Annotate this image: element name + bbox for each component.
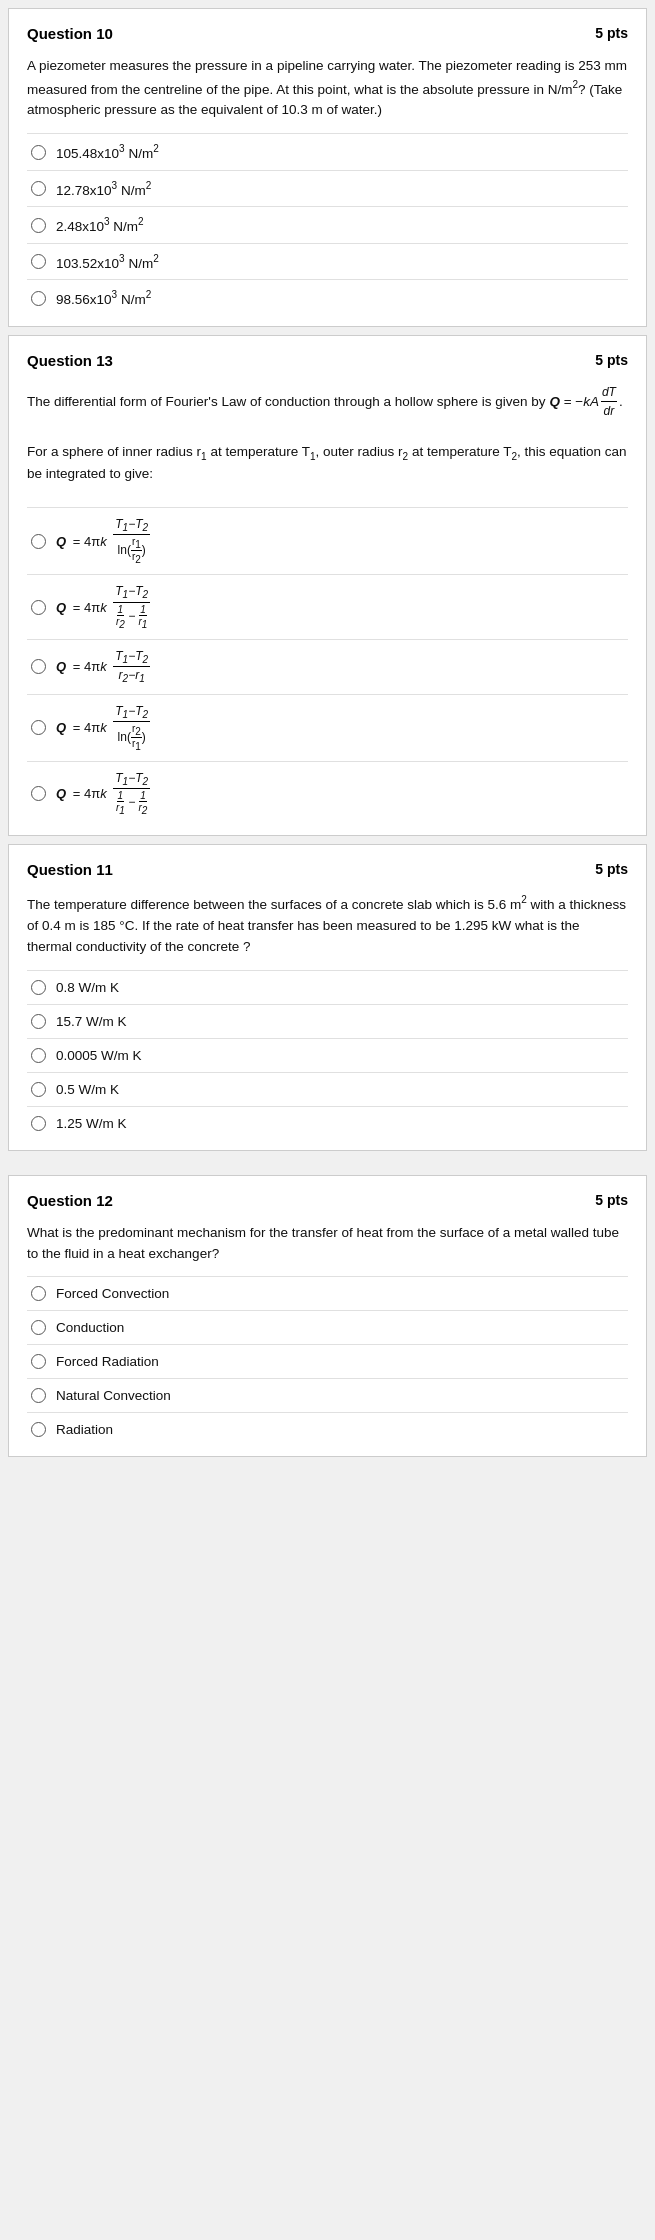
question-10-title: Question 10: [27, 25, 113, 42]
radio-circle: [31, 980, 46, 995]
question-13-title: Question 13: [27, 352, 113, 369]
radio-circle: [31, 1388, 46, 1403]
radio-circle: [31, 1116, 46, 1131]
question-13-header: Question 13 5 pts: [27, 352, 628, 369]
option-label: 0.0005 W/m K: [56, 1048, 142, 1063]
question-10-header: Question 10 5 pts: [27, 25, 628, 42]
radio-circle: [31, 1082, 46, 1097]
question-13-pts: 5 pts: [595, 352, 628, 368]
option-label-forced-convection: Forced Convection: [56, 1286, 169, 1301]
option-label: Q = 4πk T1−T2 ln(r2r1): [56, 704, 150, 752]
option-item[interactable]: Q = 4πk T1−T2 1r1 − 1r2: [27, 761, 628, 825]
option-label: Q = 4πk T1−T2 r2−r1: [56, 649, 150, 685]
option-item[interactable]: Forced Convection: [27, 1276, 628, 1310]
question-11-title: Question 11: [27, 861, 113, 878]
spacer: [0, 1159, 655, 1167]
option-item[interactable]: 103.52x103 N/m2: [27, 243, 628, 280]
radio-circle: [31, 254, 46, 269]
option-label: 2.48x103 N/m2: [56, 216, 144, 234]
question-12-body: What is the predominant mechanism for th…: [27, 1223, 628, 1265]
radio-circle: [31, 600, 46, 615]
option-label: Q = 4πk T1−T2 1r1 − 1r2: [56, 771, 150, 816]
radio-circle: [31, 181, 46, 196]
radio-circle: [31, 291, 46, 306]
option-item[interactable]: 105.48x103 N/m2: [27, 133, 628, 170]
radio-circle: [31, 145, 46, 160]
question-12-options: Forced Convection Conduction Forced Radi…: [27, 1276, 628, 1446]
question-11-pts: 5 pts: [595, 861, 628, 877]
question-10-body: A piezometer measures the pressure in a …: [27, 56, 628, 121]
option-item[interactable]: Radiation: [27, 1412, 628, 1446]
radio-circle: [31, 1422, 46, 1437]
option-item[interactable]: Q = 4πk T1−T2 ln(r1r2): [27, 507, 628, 574]
option-label: 0.5 W/m K: [56, 1082, 119, 1097]
radio-circle: [31, 1048, 46, 1063]
option-label: 103.52x103 N/m2: [56, 253, 159, 271]
question-13-options: Q = 4πk T1−T2 ln(r1r2) Q = 4πk T1−T2 1r2…: [27, 507, 628, 825]
option-item[interactable]: 12.78x103 N/m2: [27, 170, 628, 207]
radio-circle: [31, 720, 46, 735]
option-item[interactable]: 15.7 W/m K: [27, 1004, 628, 1038]
option-label: 105.48x103 N/m2: [56, 143, 159, 161]
option-item[interactable]: 98.56x103 N/m2: [27, 279, 628, 316]
question-10-options: 105.48x103 N/m2 12.78x103 N/m2 2.48x103 …: [27, 133, 628, 316]
option-item[interactable]: 1.25 W/m K: [27, 1106, 628, 1140]
option-label: 1.25 W/m K: [56, 1116, 127, 1131]
question-11-header: Question 11 5 pts: [27, 861, 628, 878]
radio-circle: [31, 1014, 46, 1029]
question-12-pts: 5 pts: [595, 1192, 628, 1208]
radio-circle: [31, 1320, 46, 1335]
option-item[interactable]: Conduction: [27, 1310, 628, 1344]
option-label: Q = 4πk T1−T2 1r2 − 1r1: [56, 584, 150, 629]
option-label-forced-radiation: Forced Radiation: [56, 1354, 159, 1369]
radio-circle: [31, 659, 46, 674]
radio-circle: [31, 1286, 46, 1301]
question-10-block: Question 10 5 pts A piezometer measures …: [8, 8, 647, 327]
option-item[interactable]: 0.5 W/m K: [27, 1072, 628, 1106]
option-item[interactable]: 2.48x103 N/m2: [27, 206, 628, 243]
question-11-options: 0.8 W/m K 15.7 W/m K 0.0005 W/m K 0.5 W/…: [27, 970, 628, 1140]
question-10-pts: 5 pts: [595, 25, 628, 41]
option-label: 15.7 W/m K: [56, 1014, 127, 1029]
radio-circle: [31, 534, 46, 549]
option-label: Q = 4πk T1−T2 ln(r1r2): [56, 517, 150, 565]
option-label: 0.8 W/m K: [56, 980, 119, 995]
option-label-radiation: Radiation: [56, 1422, 113, 1437]
option-label: 12.78x103 N/m2: [56, 180, 151, 198]
option-label-conduction: Conduction: [56, 1320, 124, 1335]
radio-circle: [31, 1354, 46, 1369]
question-13-block: Question 13 5 pts The differential form …: [8, 335, 647, 837]
option-label-natural-convection: Natural Convection: [56, 1388, 171, 1403]
question-12-block: Question 12 5 pts What is the predominan…: [8, 1175, 647, 1458]
question-12-header: Question 12 5 pts: [27, 1192, 628, 1209]
option-label: 98.56x103 N/m2: [56, 289, 151, 307]
option-item[interactable]: Q = 4πk T1−T2 r2−r1: [27, 639, 628, 694]
option-item[interactable]: Q = 4πk T1−T2 1r2 − 1r1: [27, 574, 628, 638]
option-item[interactable]: Forced Radiation: [27, 1344, 628, 1378]
question-11-body: The temperature difference between the s…: [27, 892, 628, 957]
option-item[interactable]: Q = 4πk T1−T2 ln(r2r1): [27, 694, 628, 761]
option-item[interactable]: 0.8 W/m K: [27, 970, 628, 1004]
option-item[interactable]: Natural Convection: [27, 1378, 628, 1412]
radio-circle: [31, 218, 46, 233]
option-item[interactable]: 0.0005 W/m K: [27, 1038, 628, 1072]
question-11-block: Question 11 5 pts The temperature differ…: [8, 844, 647, 1150]
question-13-body: The differential form of Fourier's Law o…: [27, 383, 628, 485]
question-12-title: Question 12: [27, 1192, 113, 1209]
radio-circle: [31, 786, 46, 801]
